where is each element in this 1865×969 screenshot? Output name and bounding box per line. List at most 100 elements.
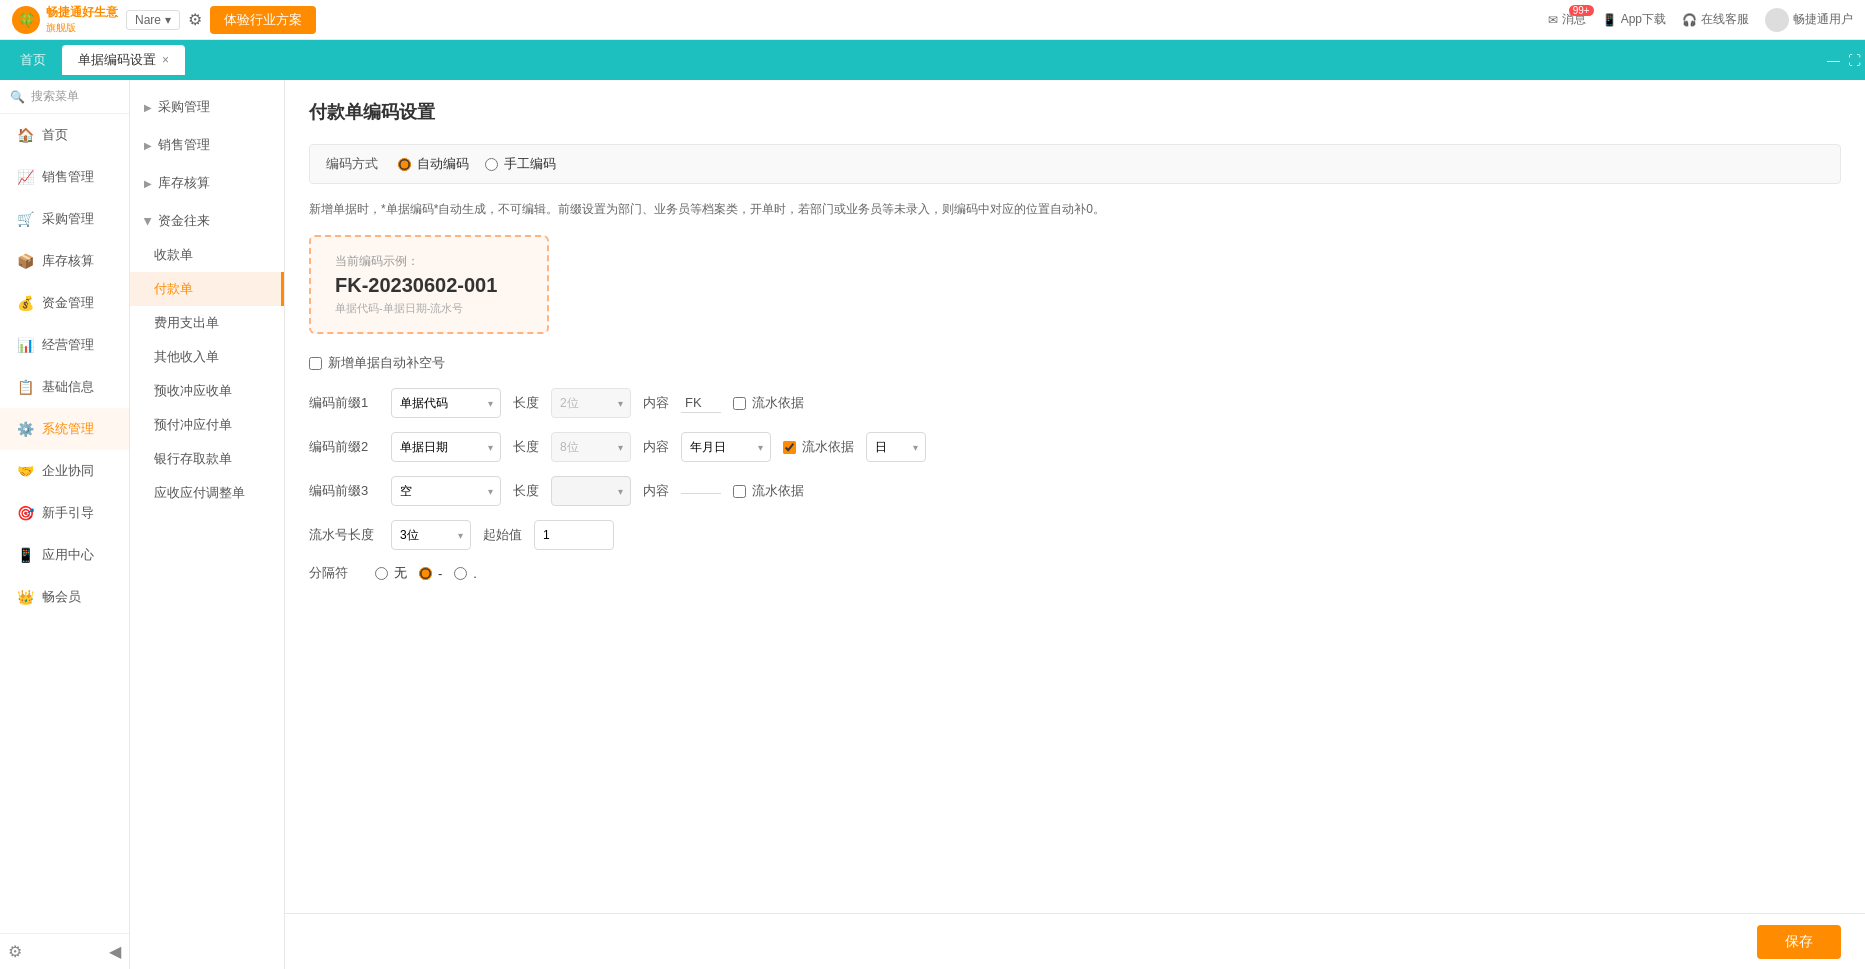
content-3-label: 内容 [643,482,669,500]
prefix-1-select[interactable]: 单据代码 单据日期 空 [391,388,501,418]
sub-item-expense[interactable]: 费用支出单 [130,306,284,340]
sidebar-item-member[interactable]: 👑 畅会员 [0,576,129,618]
prefix-2-select[interactable]: 单据日期 单据代码 空 [391,432,501,462]
sidebar-item-app[interactable]: 📱 应用中心 [0,534,129,576]
trial-button[interactable]: 体验行业方案 [210,6,316,34]
stream-3-checkbox-label[interactable]: 流水依据 [733,482,804,500]
auto-encode-radio[interactable]: 自动编码 [398,155,469,173]
maximize-icon[interactable]: ⛶ [1848,53,1861,68]
content-3-value [681,489,721,494]
sidebar-item-sales[interactable]: 📈 销售管理 [0,156,129,198]
stream-3-checkbox[interactable] [733,485,746,498]
collapse-icon[interactable]: ◀ [109,942,121,961]
save-button[interactable]: 保存 [1757,925,1841,959]
content-1-value: FK [681,393,721,413]
sidebar-item-business[interactable]: 📊 经营管理 [0,324,129,366]
sub-group-inventory-title[interactable]: ▶ 库存核算 [130,166,284,200]
sep-dash-input[interactable] [419,567,432,580]
serial-length-label: 流水号长度 [309,526,379,544]
sub-item-bank[interactable]: 银行存取款单 [130,442,284,476]
manual-encode-input[interactable] [485,158,498,171]
business-icon: 📊 [16,336,34,354]
app-download-button[interactable]: 📱 App下载 [1602,11,1666,28]
length-1-label: 长度 [513,394,539,412]
company-name: Nare [135,13,161,27]
manual-encode-radio[interactable]: 手工编码 [485,155,556,173]
capital-icon: 💰 [16,294,34,312]
sep-dot-radio[interactable]: . [454,566,477,581]
sidebar-item-inventory[interactable]: 📦 库存核算 [0,240,129,282]
length-1-select: 2位 [551,388,631,418]
sep-none-input[interactable] [375,567,388,580]
prefix-3-select-wrap: 空 单据代码 单据日期 ▾ [391,476,501,506]
tab-close-icon[interactable]: × [162,53,169,67]
length-3-select[interactable] [551,476,631,506]
content-2-select-wrap: 年月日 年月 年 ▾ [681,432,771,462]
length-1-wrap: 2位 ▾ [551,388,631,418]
auto-fill-section: 新增单据自动补空号 [309,354,1841,372]
sub-group-sales: ▶ 销售管理 [130,128,284,162]
user-avatar [1765,8,1789,32]
stream-1-checkbox[interactable] [733,397,746,410]
content-2-label: 内容 [643,438,669,456]
sub-item-other-income[interactable]: 其他收入单 [130,340,284,374]
sub-group-sales-title[interactable]: ▶ 销售管理 [130,128,284,162]
length-2-wrap: 8位 ▾ [551,432,631,462]
user-menu[interactable]: 畅捷通用户 [1765,8,1853,32]
start-value-input[interactable] [534,520,614,550]
minimize-icon[interactable]: — [1827,53,1840,68]
auto-fill-checkbox[interactable] [309,357,322,370]
system-icon: ⚙️ [16,420,34,438]
chevron-right-icon2: ▶ [144,140,152,151]
bottom-bar: 保存 [285,913,1865,969]
sidebar-item-system[interactable]: ⚙️ 系统管理 [0,408,129,450]
sidebar-item-capital[interactable]: 💰 资金管理 [0,282,129,324]
center-area: ▶ 采购管理 ▶ 销售管理 ▶ 库存核算 ▶ 资金往来 [130,80,1865,969]
search-menu[interactable]: 🔍 搜索菜单 [0,80,129,114]
sidebar-item-purchase[interactable]: 🛒 采购管理 [0,198,129,240]
sub-group-purchase: ▶ 采购管理 [130,90,284,124]
stream-2-checkbox[interactable] [783,441,796,454]
stream-2-unit-select[interactable]: 日 月 年 [866,432,926,462]
serial-length-select[interactable]: 3位 4位 5位 [391,520,471,550]
sep-none-radio[interactable]: 无 [375,564,407,582]
settings-bottom-icon[interactable]: ⚙ [8,942,22,961]
length-2-select: 8位 [551,432,631,462]
stream-1-checkbox-label[interactable]: 流水依据 [733,394,804,412]
content-area: 付款单编码设置 编码方式 自动编码 手工编码 [285,80,1865,913]
search-icon: 🔍 [10,90,25,104]
sidebar-item-home[interactable]: 🏠 首页 [0,114,129,156]
sub-group-purchase-title[interactable]: ▶ 采购管理 [130,90,284,124]
sidebar-item-guide[interactable]: 🎯 新手引导 [0,492,129,534]
sales-icon: 📈 [16,168,34,186]
sep-dot-input[interactable] [454,567,467,580]
message-icon: ✉ [1548,13,1558,27]
sub-item-payment[interactable]: 付款单 [130,272,284,306]
sub-item-prepay-receipt[interactable]: 预收冲应收单 [130,374,284,408]
company-select[interactable]: Nare ▾ [126,10,180,30]
tab-setting[interactable]: 单据编码设置 × [62,45,185,75]
sub-item-receipt[interactable]: 收款单 [130,238,284,272]
auto-encode-input[interactable] [398,158,411,171]
online-service-button[interactable]: 🎧 在线客服 [1682,11,1749,28]
chevron-down-icon2: ▶ [143,217,154,225]
inventory-icon: 📦 [16,252,34,270]
sep-dash-radio[interactable]: - [419,566,442,581]
tab-home[interactable]: 首页 [4,45,62,75]
prefix-2-label: 编码前缀2 [309,438,379,456]
gear-icon[interactable]: ⚙ [188,10,202,29]
separator-label: 分隔符 [309,564,359,582]
sidebar-item-enterprise[interactable]: 🤝 企业协同 [0,450,129,492]
stream-2-checkbox-label[interactable]: 流水依据 [783,438,854,456]
preview-desc: 单据代码-单据日期-流水号 [335,301,523,316]
prefix-3-select[interactable]: 空 单据代码 单据日期 [391,476,501,506]
preview-label: 当前编码示例： [335,253,523,270]
sub-item-prepay-payment[interactable]: 预付冲应付单 [130,408,284,442]
message-button[interactable]: ✉ 消息 99+ [1548,11,1586,28]
sidebar-item-basic[interactable]: 📋 基础信息 [0,366,129,408]
content-2-select[interactable]: 年月日 年月 年 [681,432,771,462]
top-bar: 🍀 畅捷通好生意 旗舰版 Nare ▾ ⚙ 体验行业方案 ✉ 消息 99+ 📱 … [0,0,1865,40]
sub-group-capital-title[interactable]: ▶ 资金往来 [130,204,284,238]
sub-item-adjust[interactable]: 应收应付调整单 [130,476,284,510]
encode-method-section: 编码方式 自动编码 手工编码 [309,144,1841,184]
